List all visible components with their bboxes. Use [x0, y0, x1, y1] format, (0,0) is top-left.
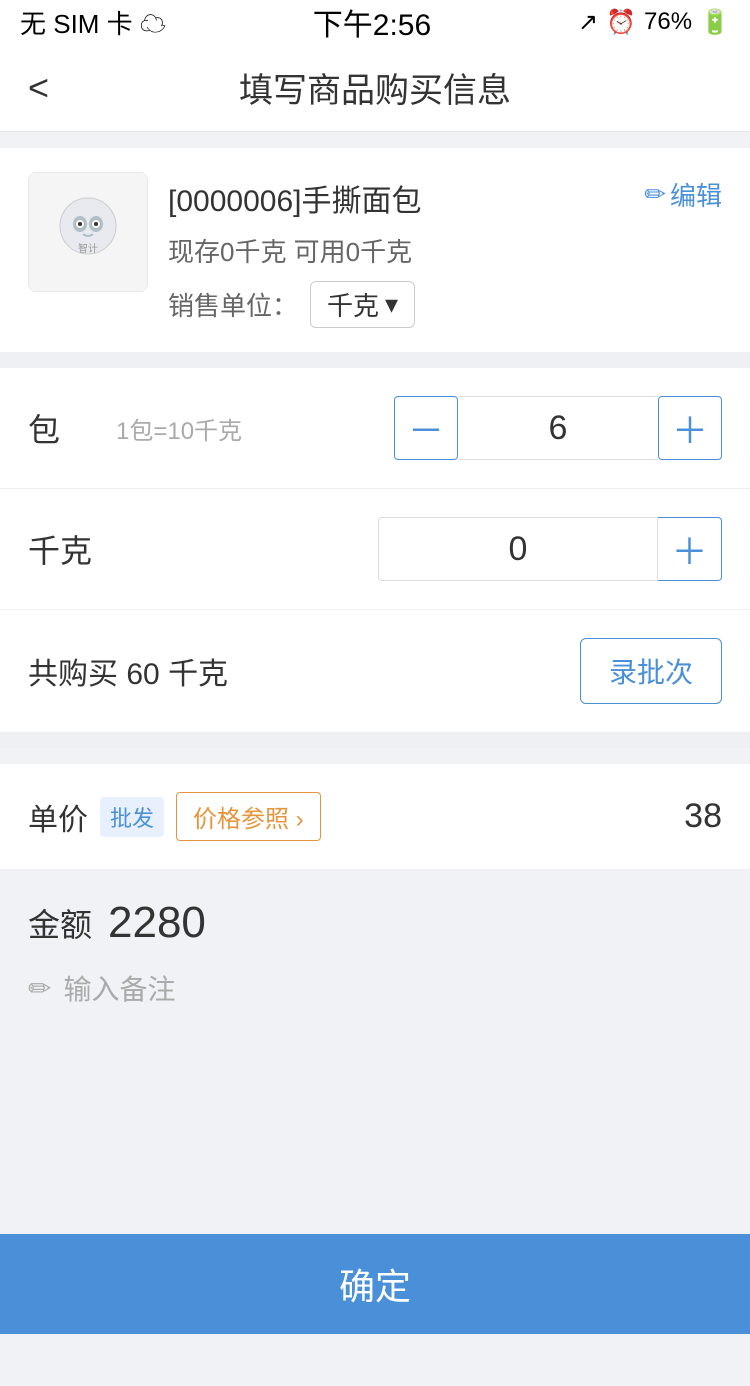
summary-unit-val: 千克 [168, 658, 228, 691]
battery-icon: 🔋 [700, 8, 730, 37]
amount-row: 金额 2280 [28, 898, 722, 948]
pack-quantity-input[interactable] [458, 396, 658, 460]
remark-placeholder: 输入备注 [63, 968, 175, 1008]
status-right: ↗ ⏰ 76% 🔋 [578, 8, 730, 37]
confirm-button-label: 确定 [339, 1258, 411, 1310]
back-button[interactable]: < [28, 67, 49, 109]
product-stock: 现存0千克 可用0千克 [168, 232, 722, 269]
kg-controls: ＋ [378, 517, 722, 581]
quantity-section: 包 1包=10千克 － ＋ 千克 ＋ 共购买 60 千克 录批次 [0, 368, 750, 732]
summary-text: 共购买 60 千克 [28, 649, 228, 693]
amount-value: 2280 [108, 898, 206, 948]
amount-label: 金额 [28, 900, 92, 946]
price-row: 单价 批发 价格参照 › 38 [0, 764, 750, 870]
price-label: 单价 [28, 795, 88, 839]
kg-label: 千克 [28, 526, 108, 572]
product-thumb-icon: 智计 [58, 196, 118, 268]
pack-minus-button[interactable]: － [394, 396, 458, 460]
edit-button[interactable]: ✏ 编辑 [644, 176, 722, 213]
unit-chevron-icon: ▾ [385, 289, 398, 320]
location-icon: ↗ [578, 8, 598, 37]
divider-2 [0, 732, 750, 748]
unit-selector[interactable]: 千克 ▾ [310, 281, 415, 328]
product-card: 智计 [0000006]手撕面包 ✏ 编辑 现存0千克 可用0千克 销售单位： … [0, 148, 750, 352]
alarm-icon: ⏰ [606, 8, 636, 37]
status-bar: 无 SIM 卡 ☁ 下午2:56 ↗ ⏰ 76% 🔋 [0, 0, 750, 44]
product-name: [0000006]手撕面包 [168, 176, 644, 220]
summary-qty-val: 60 [126, 658, 159, 691]
product-thumbnail: 智计 [28, 172, 148, 292]
sim-status: 无 SIM 卡 ☁ [20, 4, 166, 41]
pack-sublabel: 1包=10千克 [116, 411, 394, 446]
page-title: 填写商品购买信息 [239, 63, 511, 112]
edit-label: 编辑 [670, 176, 722, 213]
pack-plus-button[interactable]: ＋ [658, 396, 722, 460]
kg-quantity-input[interactable] [378, 517, 658, 581]
quantity-pack-row: 包 1包=10千克 － ＋ [0, 368, 750, 489]
summary-row: 共购买 60 千克 录批次 [0, 610, 750, 732]
product-unit-row: 销售单位： 千克 ▾ [168, 281, 722, 328]
remark-row[interactable]: ✏ 输入备注 [28, 968, 722, 1036]
battery-level: 76% [644, 8, 692, 36]
batch-button[interactable]: 录批次 [580, 638, 722, 704]
divider-1 [0, 352, 750, 368]
unit-value: 千克 [327, 286, 379, 323]
svg-text:智计: 智计 [78, 242, 98, 255]
amount-section: 金额 2280 ✏ 输入备注 [0, 870, 750, 1036]
status-time: 下午2:56 [313, 0, 431, 44]
unit-label: 销售单位： [168, 286, 298, 323]
pack-label: 包 [28, 405, 108, 451]
quantity-kg-row: 千克 ＋ [0, 489, 750, 610]
pack-controls: － ＋ [394, 396, 722, 460]
summary-prefix: 共购买 [28, 658, 118, 691]
price-value: 38 [684, 797, 722, 836]
price-section: 单价 批发 价格参照 › 38 [0, 764, 750, 870]
pencil-icon: ✏ [28, 972, 51, 1005]
confirm-button[interactable]: 确定 [0, 1234, 750, 1334]
nav-bar: < 填写商品购买信息 [0, 44, 750, 132]
kg-plus-button[interactable]: ＋ [658, 517, 722, 581]
edit-icon: ✏ [644, 179, 666, 210]
price-reference-button[interactable]: 价格参照 › [176, 792, 321, 841]
price-tag: 批发 [100, 797, 164, 837]
product-info: [0000006]手撕面包 ✏ 编辑 现存0千克 可用0千克 销售单位： 千克 … [168, 172, 722, 328]
status-left: 无 SIM 卡 ☁ [20, 4, 166, 41]
